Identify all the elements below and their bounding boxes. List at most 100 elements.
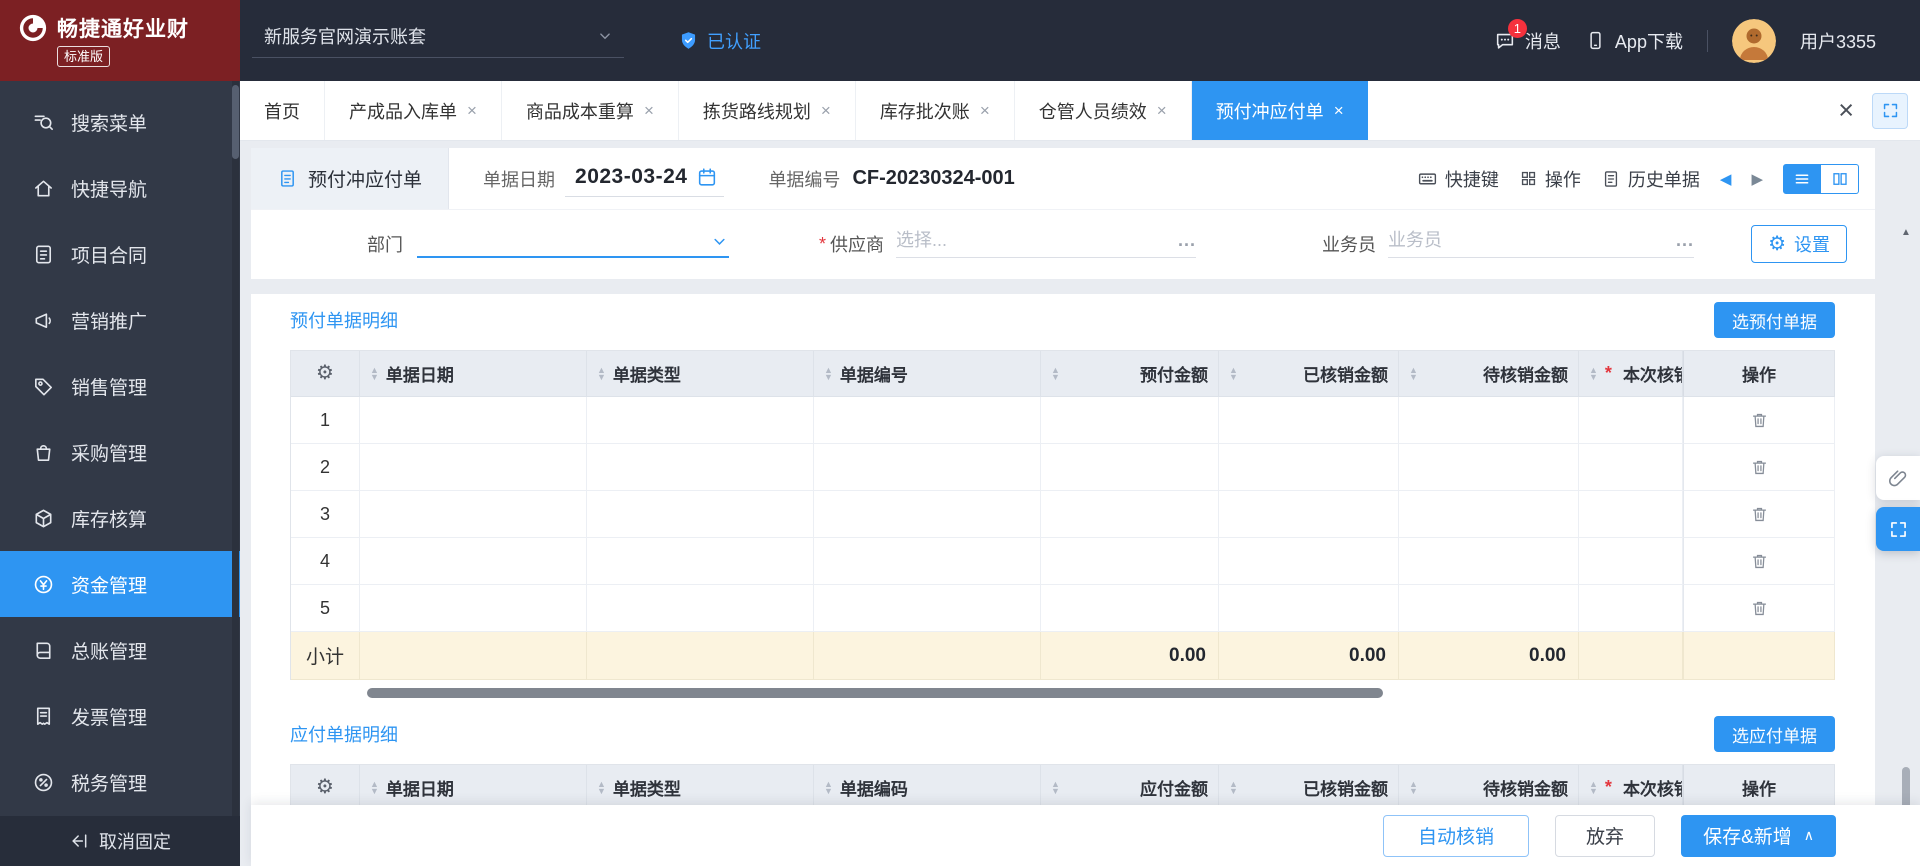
cell[interactable]: [1219, 397, 1399, 444]
salesman-picker-icon[interactable]: ...: [1676, 230, 1694, 251]
column-settings-icon[interactable]: [316, 363, 334, 384]
sort-icon[interactable]: [370, 781, 379, 795]
cell[interactable]: [1219, 491, 1399, 538]
cell[interactable]: [1041, 444, 1219, 491]
select-payable-docs-button[interactable]: 选应付单据: [1714, 716, 1835, 752]
cell[interactable]: [1219, 444, 1399, 491]
cell[interactable]: [814, 491, 1041, 538]
sort-icon[interactable]: [1229, 367, 1238, 381]
next-doc-icon[interactable]: [1751, 170, 1763, 188]
department-input[interactable]: [417, 230, 710, 252]
tab-prepaid-offset-payable[interactable]: 预付冲应付单 ×: [1191, 81, 1368, 140]
scroll-up-icon[interactable]: [1900, 227, 1912, 238]
sidebar-item-search-menu[interactable]: 搜索菜单: [0, 89, 240, 155]
doc-date-field[interactable]: 2023-03-24: [565, 161, 725, 197]
sidebar-item-project-contract[interactable]: 项目合同: [0, 221, 240, 287]
sidebar-item-marketing[interactable]: 营销推广: [0, 287, 240, 353]
cell[interactable]: [587, 538, 814, 585]
cell[interactable]: [360, 585, 587, 632]
sort-icon[interactable]: [1409, 367, 1418, 381]
avatar[interactable]: [1731, 18, 1776, 63]
tab-finished-goods-receipt[interactable]: 产成品入库单 ×: [325, 81, 502, 140]
department-select[interactable]: [417, 230, 729, 258]
cell[interactable]: [1579, 397, 1683, 444]
close-tab-icon[interactable]: ×: [467, 101, 477, 121]
sort-icon[interactable]: [1051, 781, 1060, 795]
sidebar-item-quick-nav[interactable]: 快捷导航: [0, 155, 240, 221]
cell[interactable]: [360, 444, 587, 491]
sort-icon[interactable]: [597, 781, 606, 795]
sidebar-scrollbar-thumb[interactable]: [232, 85, 239, 159]
cell[interactable]: [587, 491, 814, 538]
supplier-input[interactable]: [896, 230, 1178, 251]
save-and-new-button[interactable]: 保存&新增 ∧: [1681, 814, 1836, 857]
cell[interactable]: [1219, 585, 1399, 632]
sort-icon[interactable]: [370, 367, 379, 381]
cell[interactable]: [360, 397, 587, 444]
close-tab-icon[interactable]: ×: [1157, 101, 1167, 121]
sidebar-item-purchase[interactable]: 采购管理: [0, 419, 240, 485]
discard-button[interactable]: 放弃: [1555, 814, 1656, 857]
cell[interactable]: [814, 444, 1041, 491]
list-view-button[interactable]: [1783, 163, 1821, 194]
sidebar-scrollbar[interactable]: [232, 81, 239, 816]
sidebar-item-inventory[interactable]: 库存核算: [0, 485, 240, 551]
operations-menu-button[interactable]: 操作: [1519, 166, 1581, 192]
auto-writeoff-button[interactable]: 自动核销: [1383, 814, 1530, 857]
salesman-select[interactable]: ...: [1388, 230, 1695, 258]
fullscreen-button[interactable]: [1872, 92, 1908, 129]
cell[interactable]: [1579, 491, 1683, 538]
sidebar-item-tax[interactable]: 税务管理: [0, 749, 240, 815]
cell[interactable]: [1041, 538, 1219, 585]
salesman-input[interactable]: [1388, 230, 1676, 251]
cell[interactable]: [1579, 538, 1683, 585]
sort-icon[interactable]: [824, 367, 833, 381]
sort-icon[interactable]: [1051, 367, 1060, 381]
attachment-button[interactable]: [1876, 456, 1920, 500]
delete-row-icon[interactable]: [1750, 411, 1769, 430]
sidebar-item-general-ledger[interactable]: 总账管理: [0, 617, 240, 683]
sort-icon[interactable]: [1229, 781, 1238, 795]
cell[interactable]: [1399, 397, 1579, 444]
prev-doc-icon[interactable]: [1720, 170, 1732, 188]
app-download-button[interactable]: App下载: [1585, 28, 1683, 54]
delete-row-icon[interactable]: [1750, 458, 1769, 477]
close-tab-icon[interactable]: ×: [644, 101, 654, 121]
horizontal-scrollbar-thumb[interactable]: [367, 688, 1383, 698]
cell[interactable]: [1399, 585, 1579, 632]
cell[interactable]: [1399, 538, 1579, 585]
calendar-icon[interactable]: [696, 166, 718, 188]
sort-icon[interactable]: [824, 781, 833, 795]
account-selector[interactable]: 新服务官网演示账套: [252, 23, 624, 58]
cell[interactable]: [587, 444, 814, 491]
column-settings-icon[interactable]: [316, 777, 334, 798]
expand-panel-button[interactable]: [1876, 507, 1920, 551]
detail-view-button[interactable]: [1821, 163, 1859, 194]
cell[interactable]: [814, 585, 1041, 632]
tab-home[interactable]: 首页: [240, 81, 325, 140]
close-icon[interactable]: ×: [1838, 97, 1854, 124]
delete-row-icon[interactable]: [1750, 599, 1769, 618]
cell[interactable]: [360, 491, 587, 538]
cell[interactable]: [1219, 538, 1399, 585]
chevron-down-icon[interactable]: [710, 232, 729, 251]
unpin-sidebar-button[interactable]: 取消固定: [0, 816, 240, 866]
sidebar-item-invoice[interactable]: 发票管理: [0, 683, 240, 749]
sidebar-item-funds[interactable]: 资金管理: [0, 551, 240, 617]
cell[interactable]: [1399, 444, 1579, 491]
cell[interactable]: [1041, 585, 1219, 632]
close-tab-icon[interactable]: ×: [980, 101, 990, 121]
cell[interactable]: [1041, 397, 1219, 444]
cell[interactable]: [1399, 491, 1579, 538]
tab-picking-route[interactable]: 拣货路线规划 ×: [679, 81, 856, 140]
close-tab-icon[interactable]: ×: [1334, 101, 1344, 121]
cell[interactable]: [814, 397, 1041, 444]
close-tab-icon[interactable]: ×: [821, 101, 831, 121]
cell[interactable]: [1579, 444, 1683, 491]
supplier-select[interactable]: ...: [896, 230, 1197, 258]
document-title-tab[interactable]: 预付冲应付单: [251, 148, 450, 209]
shortcut-keys-button[interactable]: 快捷键: [1417, 166, 1499, 192]
sort-icon[interactable]: [1409, 781, 1418, 795]
select-prepaid-docs-button[interactable]: 选预付单据: [1714, 302, 1835, 338]
tab-stock-batch[interactable]: 库存批次账 ×: [856, 81, 1015, 140]
